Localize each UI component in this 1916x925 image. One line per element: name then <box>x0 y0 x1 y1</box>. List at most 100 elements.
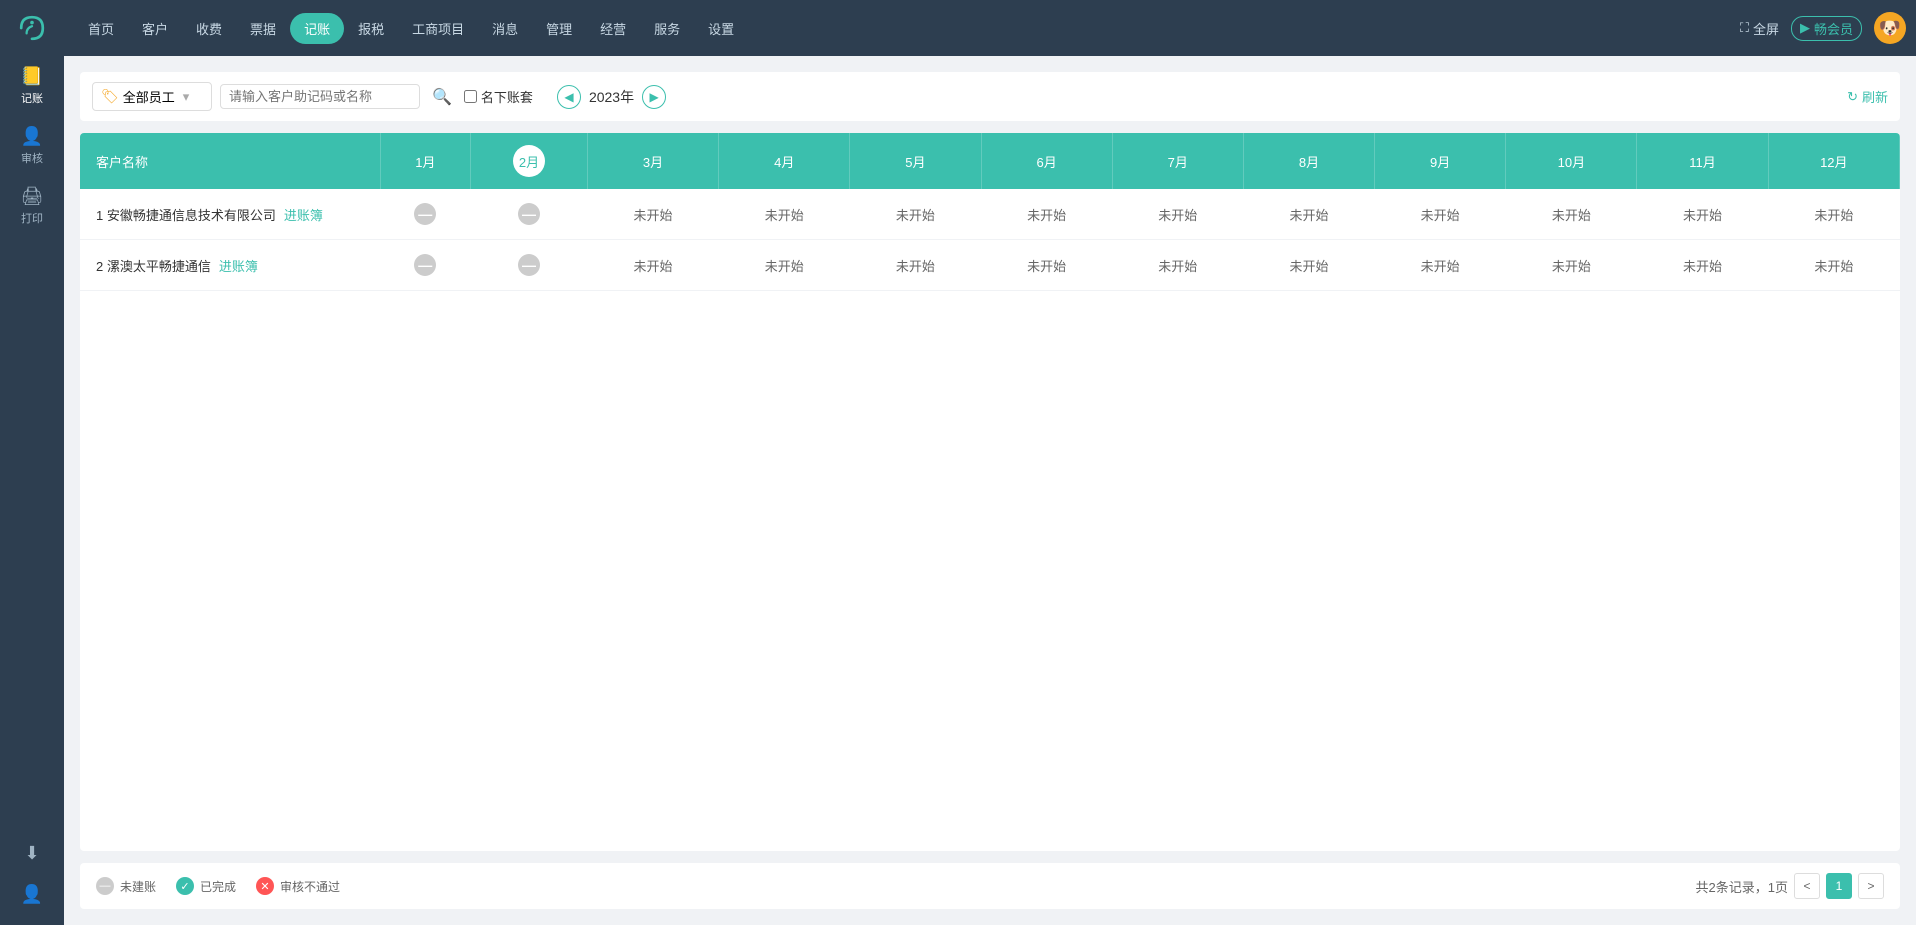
cell-month-7: 未开始 <box>1112 240 1243 291</box>
nav-invoice[interactable]: 票据 <box>236 13 290 44</box>
next-icon: > <box>1867 879 1874 893</box>
nav-message[interactable]: 消息 <box>478 13 532 44</box>
sidebar-logo <box>0 0 64 56</box>
row-index: 1 <box>96 208 107 223</box>
prev-year-button[interactable]: ◀ <box>557 85 581 109</box>
next-page-button[interactable]: > <box>1858 873 1884 899</box>
cell-month-10: 未开始 <box>1506 240 1637 291</box>
status-not-created: — <box>518 203 540 225</box>
col-nov: 11月 <box>1637 133 1768 189</box>
enter-account-link[interactable]: 进账簿 <box>284 208 323 223</box>
sidebar-item-accounting[interactable]: 📒 记账 <box>0 56 64 116</box>
col-apr: 4月 <box>719 133 850 189</box>
employee-select[interactable]: 🏷 全部员工 ▾ <box>92 82 212 111</box>
sidebar-item-label: 审核 <box>21 150 43 166</box>
refresh-icon: ↻ <box>1847 89 1858 105</box>
nav-service[interactable]: 服务 <box>640 13 694 44</box>
sidebar-item-download[interactable]: ⬇ <box>0 833 64 874</box>
cell-month-2: — <box>471 189 588 240</box>
status-not-created: — <box>414 203 436 225</box>
accounts-table: 客户名称 1月 2月 3月 4月 5月 6月 7月 8月 9月 10月 <box>80 133 1900 291</box>
member-label: 畅会员 <box>1814 19 1853 38</box>
nav-tax[interactable]: 报税 <box>344 13 398 44</box>
col-customer-name: 客户名称 <box>80 133 380 189</box>
fullscreen-button[interactable]: ⛶ 全屏 <box>1740 19 1779 38</box>
row-index: 2 <box>96 259 107 274</box>
member-button[interactable]: ▶ 畅会员 <box>1791 16 1862 41</box>
play-icon: ▶ <box>1800 20 1810 36</box>
topnav: 首页 客户 收费 票据 记账 报税 工商项目 消息 管理 经营 服务 设置 ⛶ … <box>64 0 1916 56</box>
search-button[interactable]: 🔍 <box>428 87 456 107</box>
under-account-checkbox-label[interactable]: 名下账套 <box>464 87 533 106</box>
legend-rejected: ✕ 审核不通过 <box>256 877 340 895</box>
nav-home[interactable]: 首页 <box>74 13 128 44</box>
under-account-checkbox[interactable] <box>464 90 477 103</box>
sidebar-bottom: ⬇ 👤 <box>0 833 64 925</box>
cell-month-12: 未开始 <box>1768 189 1899 240</box>
refresh-label: 刷新 <box>1862 87 1888 106</box>
col-oct: 10月 <box>1506 133 1637 189</box>
legend-not-created: — 未建账 <box>96 877 156 895</box>
total-text: 共2条记录，1页 <box>1696 877 1788 896</box>
cell-month-6: 未开始 <box>981 189 1112 240</box>
cell-month-9: 未开始 <box>1375 240 1506 291</box>
col-dec: 12月 <box>1768 133 1899 189</box>
accounting-icon: 📒 <box>21 66 43 87</box>
prev-page-button[interactable]: < <box>1794 873 1820 899</box>
main-area: 首页 客户 收费 票据 记账 报税 工商项目 消息 管理 经营 服务 设置 ⛶ … <box>64 0 1916 925</box>
sidebar: 📒 记账 👤 审核 🖨 打印 ⬇ 👤 <box>0 0 64 925</box>
sidebar-item-print[interactable]: 🖨 打印 <box>0 176 64 236</box>
year-nav: ◀ 2023年 ▶ <box>557 85 666 109</box>
cell-month-3: 未开始 <box>587 240 718 291</box>
legend-rejected-label: 审核不通过 <box>280 878 340 895</box>
employee-select-label: 全部员工 <box>123 87 175 106</box>
cell-month-8: 未开始 <box>1243 240 1374 291</box>
nav-operation[interactable]: 经营 <box>586 13 640 44</box>
nav-manage[interactable]: 管理 <box>532 13 586 44</box>
cell-month-1: — <box>380 240 471 291</box>
sidebar-item-user[interactable]: 👤 <box>0 874 64 915</box>
content-area: 🏷 全部员工 ▾ 🔍 名下账套 ◀ 2023年 ▶ ↻ 刷新 <box>64 56 1916 925</box>
table-row: 2 漯澳太平畅捷通信进账簿——未开始未开始未开始未开始未开始未开始未开始未开始未… <box>80 240 1900 291</box>
cell-month-9: 未开始 <box>1375 189 1506 240</box>
table-header-row: 客户名称 1月 2月 3月 4月 5月 6月 7月 8月 9月 10月 <box>80 133 1900 189</box>
page-1-button[interactable]: 1 <box>1826 873 1852 899</box>
audit-icon: 👤 <box>21 126 43 147</box>
cell-month-7: 未开始 <box>1112 189 1243 240</box>
customer-name: 安徽畅捷通信息技术有限公司 <box>107 208 276 223</box>
print-icon: 🖨 <box>21 186 44 207</box>
cell-month-11: 未开始 <box>1637 240 1768 291</box>
cell-month-3: 未开始 <box>587 189 718 240</box>
cell-month-1: — <box>380 189 471 240</box>
status-not-created: — <box>414 254 436 276</box>
legend-completed: ✓ 已完成 <box>176 877 236 895</box>
table-container: 客户名称 1月 2月 3月 4月 5月 6月 7月 8月 9月 10月 <box>80 133 1900 851</box>
nav-accounting[interactable]: 记账 <box>290 13 344 44</box>
cell-month-10: 未开始 <box>1506 189 1637 240</box>
nav-fee[interactable]: 收费 <box>182 13 236 44</box>
employee-icon: 🏷 <box>101 88 119 105</box>
search-input[interactable] <box>220 84 420 109</box>
sidebar-item-audit[interactable]: 👤 审核 <box>0 116 64 176</box>
nav-business[interactable]: 工商项目 <box>398 13 478 44</box>
avatar[interactable]: 🐶 <box>1874 12 1906 44</box>
cell-month-12: 未开始 <box>1768 240 1899 291</box>
fullscreen-label: 全屏 <box>1753 19 1779 38</box>
nav-settings[interactable]: 设置 <box>694 13 748 44</box>
cell-month-4: 未开始 <box>719 240 850 291</box>
enter-account-link[interactable]: 进账簿 <box>219 259 258 274</box>
cell-month-8: 未开始 <box>1243 189 1374 240</box>
legend-not-created-label: 未建账 <box>120 878 156 895</box>
nav-customer[interactable]: 客户 <box>128 13 182 44</box>
next-year-button[interactable]: ▶ <box>642 85 666 109</box>
legend-completed-label: 已完成 <box>200 878 236 895</box>
download-icon: ⬇ <box>24 843 39 864</box>
footer: — 未建账 ✓ 已完成 ✕ 审核不通过 共2条记录，1页 < 1 > <box>80 863 1900 909</box>
under-account-label: 名下账套 <box>481 87 533 106</box>
customer-name: 漯澳太平畅捷通信 <box>107 259 211 274</box>
sidebar-item-label: 打印 <box>21 210 43 226</box>
refresh-button[interactable]: ↻ 刷新 <box>1847 87 1888 106</box>
current-month-indicator: 2月 <box>513 145 545 177</box>
col-aug: 8月 <box>1243 133 1374 189</box>
topnav-right: ⛶ 全屏 ▶ 畅会员 🐶 <box>1740 12 1906 44</box>
